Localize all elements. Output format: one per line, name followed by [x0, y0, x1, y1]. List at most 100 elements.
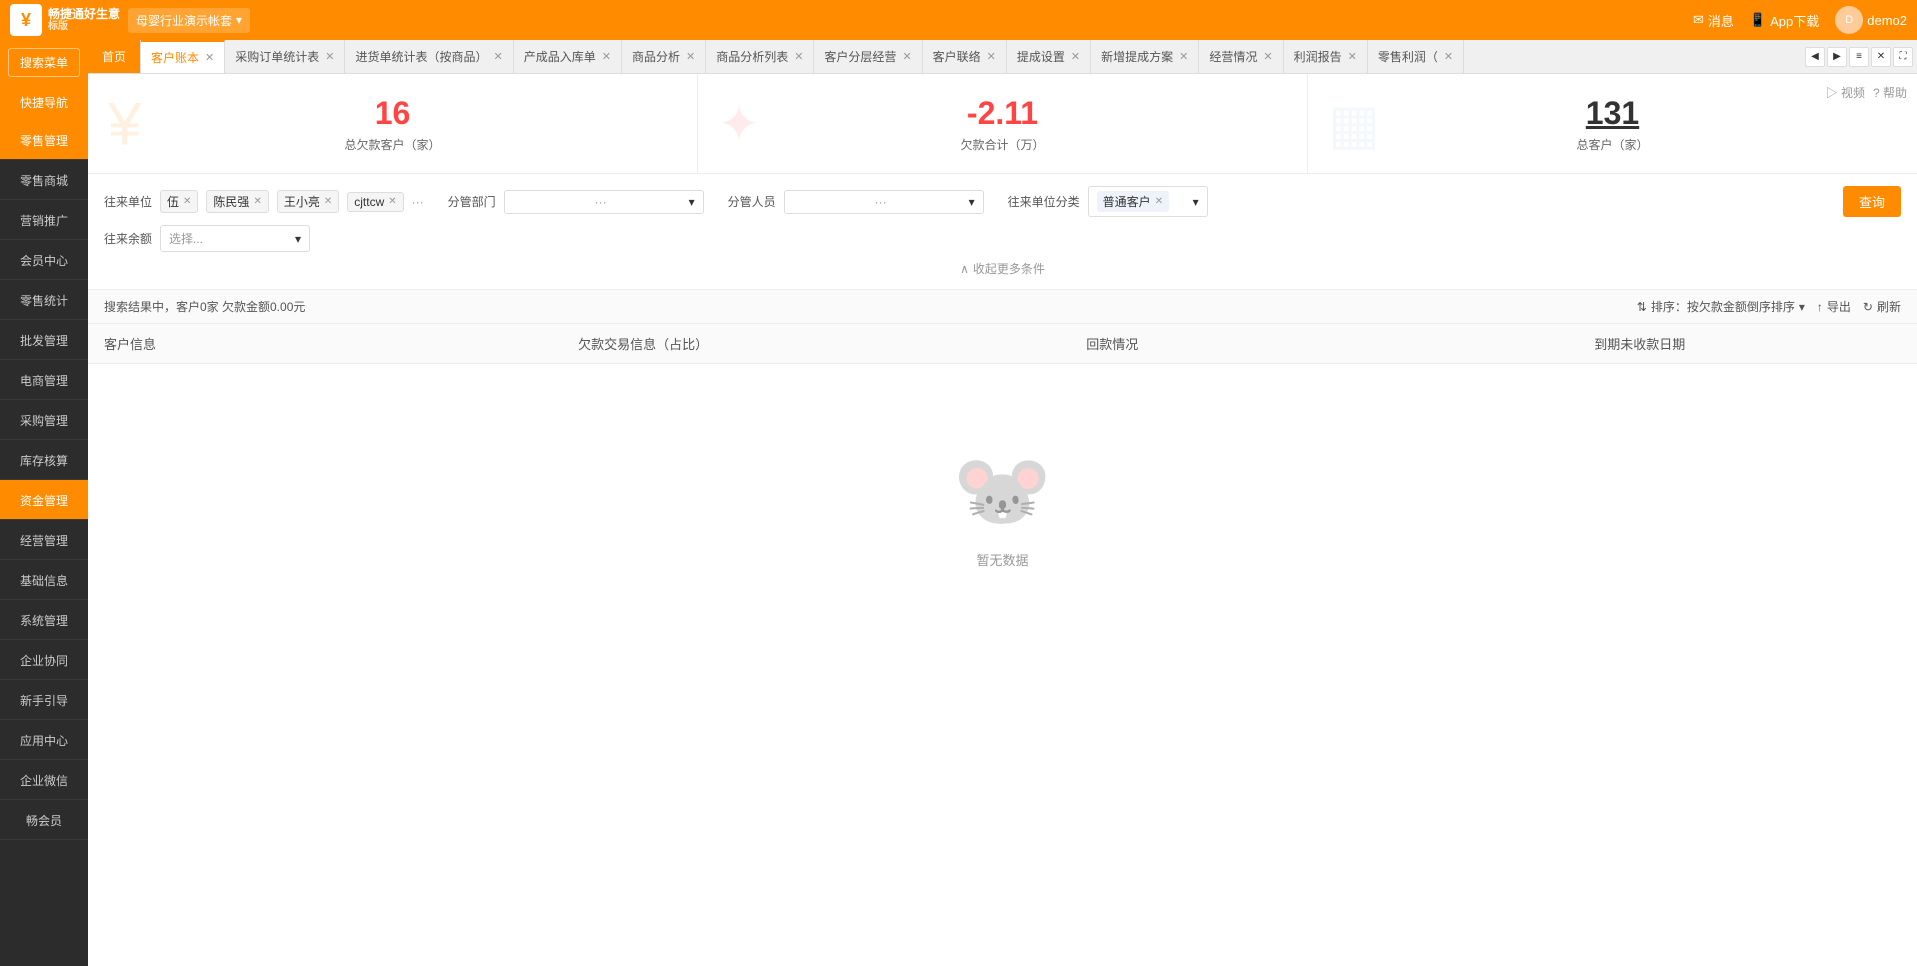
sidebar-item-wholesale[interactable]: 批发管理	[0, 320, 88, 360]
logo-area: ¥ 畅捷通好生意 标版	[10, 4, 120, 36]
tab-product-analysis-list[interactable]: 商品分析列表 ✕	[706, 40, 814, 74]
filter-tag-remove-chen[interactable]: ✕	[253, 196, 261, 207]
tab-customer-layer[interactable]: 客户分层经营✕	[814, 40, 922, 74]
tab-business-status[interactable]: 经营情况 ✕	[1199, 40, 1283, 74]
logo-symbol: ¥	[21, 10, 31, 31]
unit-type-select[interactable]: 普通客户 ✕ ▾	[1088, 186, 1208, 217]
filter-tag-remove-wang[interactable]: ✕	[324, 196, 332, 207]
filter-tag-remove-cjttcw[interactable]: ✕	[388, 196, 396, 207]
sidebar-item-retail[interactable]: 零售管理	[0, 120, 88, 160]
filter-tag-unit: 伍 ✕	[160, 190, 198, 213]
tab-close-business-status[interactable]: ✕	[1263, 50, 1272, 63]
tab-close-boost-settings[interactable]: ✕	[1071, 50, 1080, 63]
filter-tag-remove-wu[interactable]: ✕	[183, 196, 191, 207]
sidebar-item-ecommerce[interactable]: 电商管理	[0, 360, 88, 400]
stat-bg-icon-3: ▦	[1328, 92, 1380, 156]
sidebar-item-label-member: 会员中心	[5, 252, 83, 269]
tab-close-product-analysis-list[interactable]: ✕	[794, 50, 803, 63]
message-btn[interactable]: ✉ 消息	[1693, 11, 1734, 30]
help-btn[interactable]: ? 帮助	[1873, 84, 1907, 101]
app-download-btn[interactable]: 📱 App下载	[1750, 11, 1819, 30]
empty-icon: 🐭	[953, 444, 1053, 538]
help-icon: ?	[1873, 86, 1880, 100]
tab-home[interactable]: 首页	[88, 40, 141, 74]
tab-new-boost-plan[interactable]: 新增提成方案✕	[1091, 40, 1199, 74]
sidebar-item-label-retail: 零售管理	[5, 132, 83, 149]
tab-close-purchase-order-stats[interactable]: ✕	[325, 50, 334, 63]
tab-close-customer-contact[interactable]: ✕	[987, 50, 996, 63]
tab-label-retail-profit: 零售利润（	[1378, 48, 1438, 65]
org-selector[interactable]: 母婴行业演示帐套 ▾	[128, 8, 250, 33]
sidebar-item-enterprise[interactable]: 企业协同	[0, 640, 88, 680]
sidebar-quick-nav-area: 快捷导航	[0, 85, 88, 120]
tab-fullscreen-button[interactable]: ⛶	[1893, 47, 1913, 67]
unit-type-value: 普通客户	[1103, 193, 1151, 210]
tab-close-profit-report[interactable]: ✕	[1348, 50, 1357, 63]
dept-select-more: ···	[595, 195, 607, 209]
filter-tag-wang: 王小亮 ✕	[277, 190, 339, 213]
filter-more-btn[interactable]: ···	[412, 195, 424, 209]
tab-close-all-button[interactable]: ✕	[1871, 47, 1891, 67]
sidebar-item-members[interactable]: 畅会员	[0, 800, 88, 840]
tab-purchase-order-stats[interactable]: 采购订单统计表✕	[225, 40, 345, 74]
table-body: 🐭 暂无数据	[88, 364, 1917, 650]
sidebar-item-basic-info[interactable]: 基础信息	[0, 560, 88, 600]
tab-retail-profit[interactable]: 零售利润（ ✕	[1368, 40, 1464, 74]
sidebar-item-retail-mall[interactable]: 零售商城	[0, 160, 88, 200]
sidebar-item-operations[interactable]: 经营管理	[0, 520, 88, 560]
person-select[interactable]: ··· ▾	[784, 190, 984, 214]
tab-boost-settings[interactable]: 提成设置✕	[1007, 40, 1091, 74]
empty-text: 暂无数据	[976, 550, 1028, 569]
tab-close-new-boost-plan[interactable]: ✕	[1179, 50, 1188, 63]
stat-debt-total: ✦ -2.11 欠款合计（万）	[698, 74, 1308, 173]
empty-row: 🐭 暂无数据	[88, 364, 1917, 650]
sidebar-item-finance[interactable]: 资金管理	[0, 480, 88, 520]
sidebar-item-member[interactable]: 会员中心	[0, 240, 88, 280]
dept-select[interactable]: ··· ▾	[504, 190, 704, 214]
top-bar-left: ¥ 畅捷通好生意 标版 母婴行业演示帐套 ▾	[10, 4, 250, 36]
unit-type-remove[interactable]: ✕	[1155, 196, 1163, 207]
sidebar-item-app-center[interactable]: 应用中心	[0, 720, 88, 760]
tab-menu-button[interactable]: ≡	[1849, 47, 1869, 67]
export-label: 导出	[1827, 298, 1851, 315]
tab-label-profit-report: 利润报告	[1294, 48, 1342, 65]
refresh-btn[interactable]: ↻ 刷新	[1863, 298, 1901, 315]
quick-nav-button[interactable]: 快捷导航	[4, 89, 84, 116]
tab-product-analysis[interactable]: 商品分析✕	[622, 40, 706, 74]
tab-close-product-analysis[interactable]: ✕	[686, 50, 695, 63]
sidebar-item-label-enterprise: 企业协同	[5, 652, 83, 669]
sidebar-item-marketing[interactable]: 营销推广	[0, 200, 88, 240]
tab-customer-account[interactable]: 客户账本✕	[141, 40, 225, 74]
sidebar-item-purchase[interactable]: 采购管理	[0, 400, 88, 440]
user-profile[interactable]: D demo2	[1835, 6, 1907, 34]
tab-prev-button[interactable]: ◀	[1805, 47, 1825, 67]
tab-close-retail-profit[interactable]: ✕	[1444, 50, 1453, 63]
collapse-filter-btn[interactable]: ∧ 收起更多条件	[104, 260, 1901, 277]
tab-label-business-status: 经营情况	[1209, 48, 1257, 65]
sidebar-item-retail-stats[interactable]: 零售统计	[0, 280, 88, 320]
table-col-customer: 客户信息	[88, 324, 562, 364]
stat-value-1: 16	[375, 95, 411, 132]
tab-close-cost-warehouse[interactable]: ✕	[602, 50, 611, 63]
tab-cost-warehouse[interactable]: 产成品入库单✕	[514, 40, 622, 74]
tab-label-product-analysis-list: 商品分析列表	[716, 48, 788, 65]
tab-next-button[interactable]: ▶	[1827, 47, 1847, 67]
tab-incoming-stats[interactable]: 进货单统计表（按商品）✕	[345, 40, 513, 74]
balance-select[interactable]: 选择... ▾	[160, 225, 310, 252]
sort-select[interactable]: ⇅ 排序：按欠款金额倒序排序 ▾	[1637, 298, 1805, 315]
search-menu-button[interactable]: 搜索菜单	[8, 48, 80, 77]
tab-customer-contact[interactable]: 客户联络✕	[923, 40, 1007, 74]
tab-close-customer-layer[interactable]: ✕	[902, 50, 911, 63]
export-btn[interactable]: ↑ 导出	[1817, 298, 1851, 315]
stat-actions: ▷ 视频 ? 帮助	[1826, 84, 1907, 101]
tab-close-incoming-stats[interactable]: ✕	[494, 50, 503, 63]
sidebar-item-new-guide[interactable]: 新手引导	[0, 680, 88, 720]
video-btn[interactable]: ▷ 视频	[1826, 84, 1865, 101]
sidebar-item-enterprise-wechat[interactable]: 企业微信	[0, 760, 88, 800]
message-icon: ✉	[1693, 12, 1704, 28]
sidebar-item-inventory[interactable]: 库存核算	[0, 440, 88, 480]
tab-close-customer-account[interactable]: ✕	[205, 51, 214, 64]
query-button[interactable]: 查询	[1843, 186, 1901, 217]
sidebar-item-system[interactable]: 系统管理	[0, 600, 88, 640]
tab-profit-report[interactable]: 利润报告 ✕	[1284, 40, 1368, 74]
